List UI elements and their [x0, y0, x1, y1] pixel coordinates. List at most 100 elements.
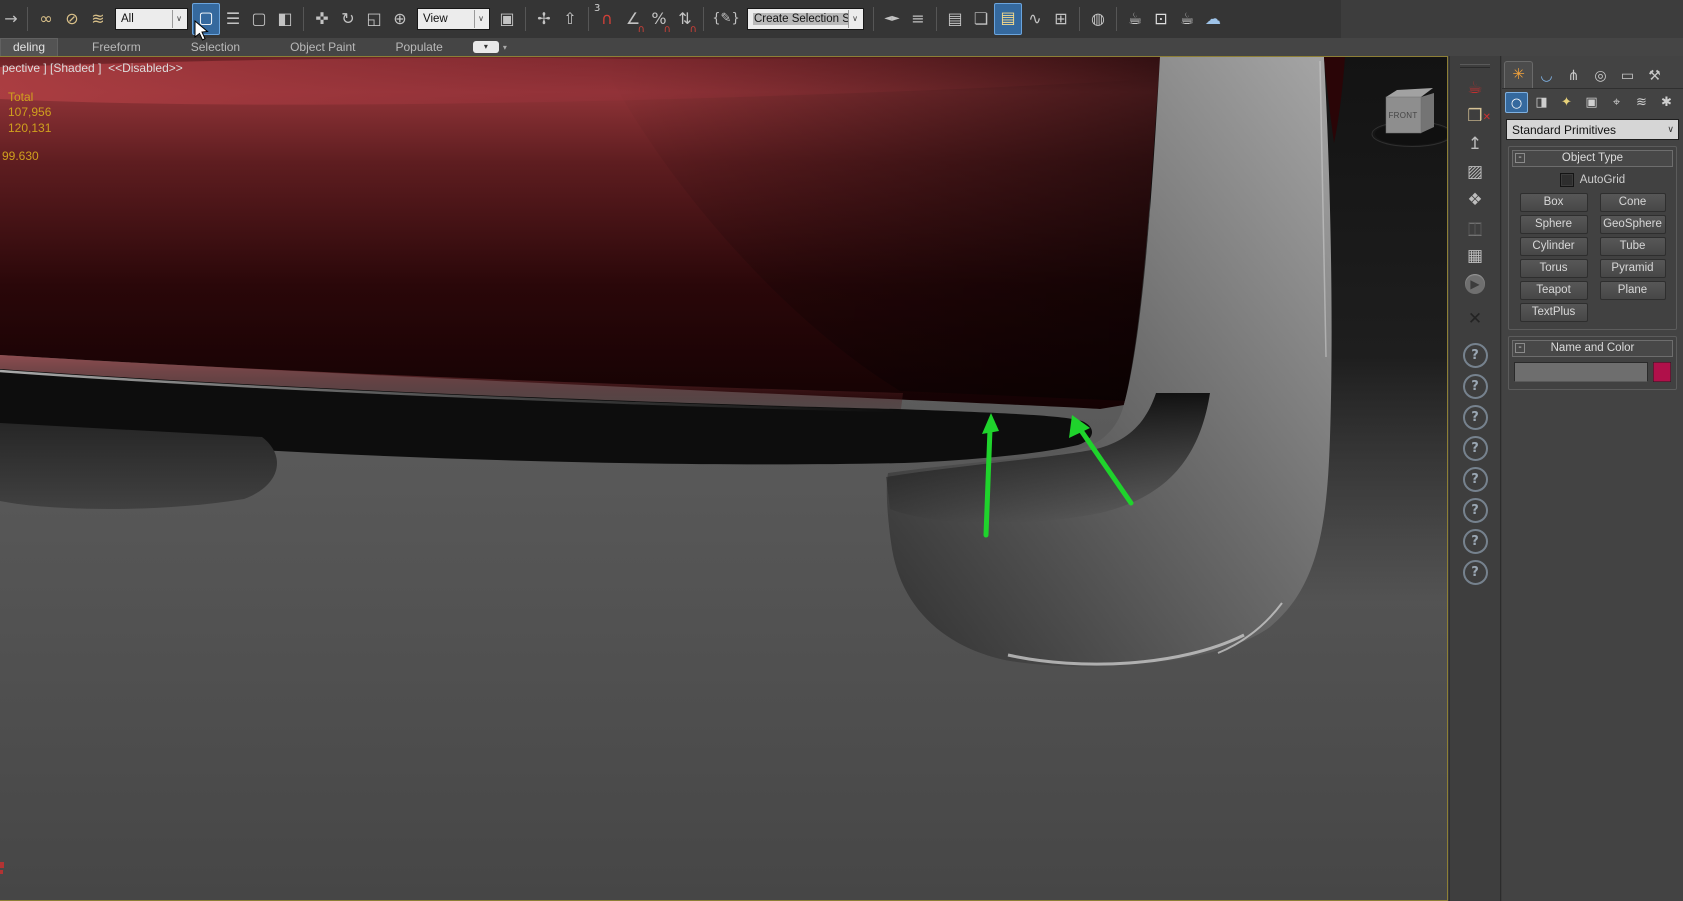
help-icon[interactable]: ?	[1462, 436, 1488, 461]
chevron-down-icon: ∨	[1667, 124, 1674, 134]
render-setup-icon[interactable]: ☕	[1122, 4, 1148, 34]
tube-button[interactable]: Tube	[1599, 237, 1666, 256]
chevron-down-icon[interactable]: ▾	[503, 43, 507, 52]
object-color-swatch[interactable]	[1653, 362, 1671, 382]
geosphere-button[interactable]: GeoSphere	[1599, 215, 1666, 234]
ribbon-tab-populate[interactable]: Populate	[385, 39, 452, 56]
perspective-viewport[interactable]: FRONT pective ] [Shaded ] <<Disabled>> T…	[0, 56, 1448, 901]
box-button[interactable]: Box	[1519, 193, 1588, 212]
close-icon[interactable]: ✕	[1459, 306, 1491, 332]
select-object-button[interactable]: ▢	[192, 3, 220, 35]
tab-display[interactable]: ▭	[1614, 64, 1641, 88]
rendered-frame-window-icon[interactable]: ⊡	[1148, 4, 1174, 34]
window-crossing-icon[interactable]: ◧	[272, 4, 298, 34]
ribbon-tab-freeform[interactable]: Freeform	[82, 39, 151, 56]
category-systems[interactable]: ✱	[1655, 92, 1678, 113]
select-by-name-icon[interactable]: ☰	[220, 4, 246, 34]
unlink-selection-icon[interactable]: ⊘	[59, 4, 85, 34]
textplus-button[interactable]: TextPlus	[1519, 303, 1588, 322]
keyboard-shortcut-override-icon[interactable]: ⇧	[557, 4, 583, 34]
scene-explorer-icon[interactable]: ▤	[942, 4, 968, 34]
rectangular-selection-region-icon[interactable]: ▢	[246, 4, 272, 34]
layer-explorer-icon[interactable]: ❏	[968, 4, 994, 34]
render-production-icon[interactable]: ☕	[1174, 4, 1200, 34]
category-geometry[interactable]: ○	[1505, 92, 1528, 113]
help-icon[interactable]: ?	[1462, 529, 1488, 554]
select-and-manipulate-icon[interactable]: ✢	[531, 4, 557, 34]
angle-snap-icon[interactable]: ∠ ∩	[620, 4, 646, 35]
grid-raise-icon[interactable]: ↥	[1459, 131, 1491, 157]
delete-box-icon[interactable]: ❒ ✕	[1459, 103, 1491, 129]
bind-to-space-warp-icon[interactable]: ≋	[85, 4, 111, 34]
help-icon[interactable]: ?	[1462, 467, 1488, 492]
viewport-label[interactable]: pective ] [Shaded ] <<Disabled>>	[2, 61, 183, 75]
sphere-button[interactable]: Sphere	[1519, 215, 1588, 234]
mirror-icon[interactable]: ◄►	[879, 4, 905, 34]
autogrid-checkbox[interactable]	[1559, 173, 1574, 187]
cylinder-button[interactable]: Cylinder	[1519, 237, 1588, 256]
select-and-place-icon[interactable]: ⊕	[387, 4, 413, 34]
collapse-icon[interactable]: -	[1515, 343, 1525, 353]
voxel-cube-icon[interactable]: ▦	[1459, 243, 1491, 269]
spinner-snap-icon[interactable]: ⇅ ∩	[672, 4, 698, 35]
category-shapes[interactable]: ◨	[1530, 92, 1553, 113]
ribbon-toggle-button[interactable]: ▤	[994, 3, 1022, 35]
toolbar-separator	[303, 7, 304, 31]
play-script-icon[interactable]: ▶	[1459, 271, 1491, 297]
help-icon[interactable]: ?	[1462, 560, 1488, 585]
ribbon-tab-object-paint[interactable]: Object Paint	[280, 39, 365, 56]
category-cameras[interactable]: ▣	[1580, 92, 1603, 113]
use-pivot-point-center-icon[interactable]: ▣	[494, 4, 520, 34]
object-name-field[interactable]	[1514, 362, 1648, 382]
undo-arrow-icon[interactable]: →	[0, 4, 22, 34]
help-icon[interactable]: ?	[1462, 405, 1488, 430]
viewcube-front-label: FRONT	[1388, 111, 1417, 120]
name-and-color-rollout-header[interactable]: - Name and Color	[1512, 340, 1673, 357]
object-type-rollout-header[interactable]: - Object Type	[1512, 150, 1673, 167]
named-selection-sets-icon[interactable]: {✎}	[709, 4, 743, 34]
ribbon-minimize-button[interactable]: ▾	[472, 41, 499, 53]
snap-toggle-3d-icon[interactable]: ∩ 3	[594, 4, 620, 34]
collapse-icon[interactable]: -	[1515, 153, 1525, 163]
tab-create[interactable]: ✳	[1504, 61, 1533, 88]
percent-snap-icon[interactable]: % ∩	[646, 4, 672, 35]
viewport-canvas[interactable]: FRONT	[0, 57, 1447, 900]
tab-motion[interactable]: ◎	[1587, 64, 1614, 88]
teapot-icon[interactable]: ☕	[1459, 75, 1491, 101]
select-and-link-icon[interactable]: ∞	[33, 4, 59, 34]
tab-utilities[interactable]: ⚒	[1641, 64, 1668, 88]
checker-select-icon[interactable]: ▨	[1459, 159, 1491, 185]
help-icon[interactable]: ?	[1462, 374, 1488, 399]
select-and-rotate-icon[interactable]: ↻	[335, 4, 361, 34]
select-and-scale-icon[interactable]: ◱	[361, 4, 387, 34]
subcategory-dropdown[interactable]: Standard Primitives ∨	[1506, 119, 1679, 140]
named-selection-set-combo[interactable]: Create Selection Se ∨	[747, 8, 864, 30]
category-helpers[interactable]: ⌖	[1605, 92, 1628, 113]
curve-editor-icon[interactable]: ∿	[1022, 4, 1048, 34]
cone-button[interactable]: Cone	[1599, 193, 1666, 212]
help-icon[interactable]: ?	[1462, 343, 1488, 368]
category-space-warps[interactable]: ≋	[1630, 92, 1653, 113]
name-and-color-title: Name and Color	[1550, 342, 1635, 354]
select-and-move-icon[interactable]: ✜	[309, 4, 335, 34]
tab-modify[interactable]: ◡	[1533, 64, 1560, 88]
teapot-button[interactable]: Teapot	[1519, 281, 1588, 300]
category-lights[interactable]: ✦	[1555, 92, 1578, 113]
reference-coordinate-dropdown[interactable]: View ∨	[417, 8, 490, 30]
split-panels-icon[interactable]: ◫	[1459, 215, 1491, 241]
render-in-cloud-icon[interactable]: ☁	[1200, 4, 1226, 34]
align-icon[interactable]: ≡	[905, 4, 931, 34]
ribbon-tab-modeling[interactable]: deling	[0, 38, 59, 56]
selection-filter-dropdown[interactable]: All ∨	[115, 8, 188, 30]
toolbar-drag-handle[interactable]	[1460, 64, 1490, 68]
torus-button[interactable]: Torus	[1519, 259, 1588, 278]
tab-hierarchy[interactable]: ⋔	[1560, 64, 1587, 88]
material-editor-icon[interactable]: ◍	[1085, 4, 1111, 34]
ribbon-tab-selection[interactable]: Selection	[181, 39, 250, 56]
layer-move-icon[interactable]: ❖	[1459, 187, 1491, 213]
help-icon[interactable]: ?	[1462, 498, 1488, 523]
schematic-view-icon[interactable]: ⊞	[1048, 4, 1074, 34]
pyramid-button[interactable]: Pyramid	[1599, 259, 1666, 278]
toolbar-separator	[1079, 7, 1080, 31]
plane-button[interactable]: Plane	[1599, 281, 1666, 300]
